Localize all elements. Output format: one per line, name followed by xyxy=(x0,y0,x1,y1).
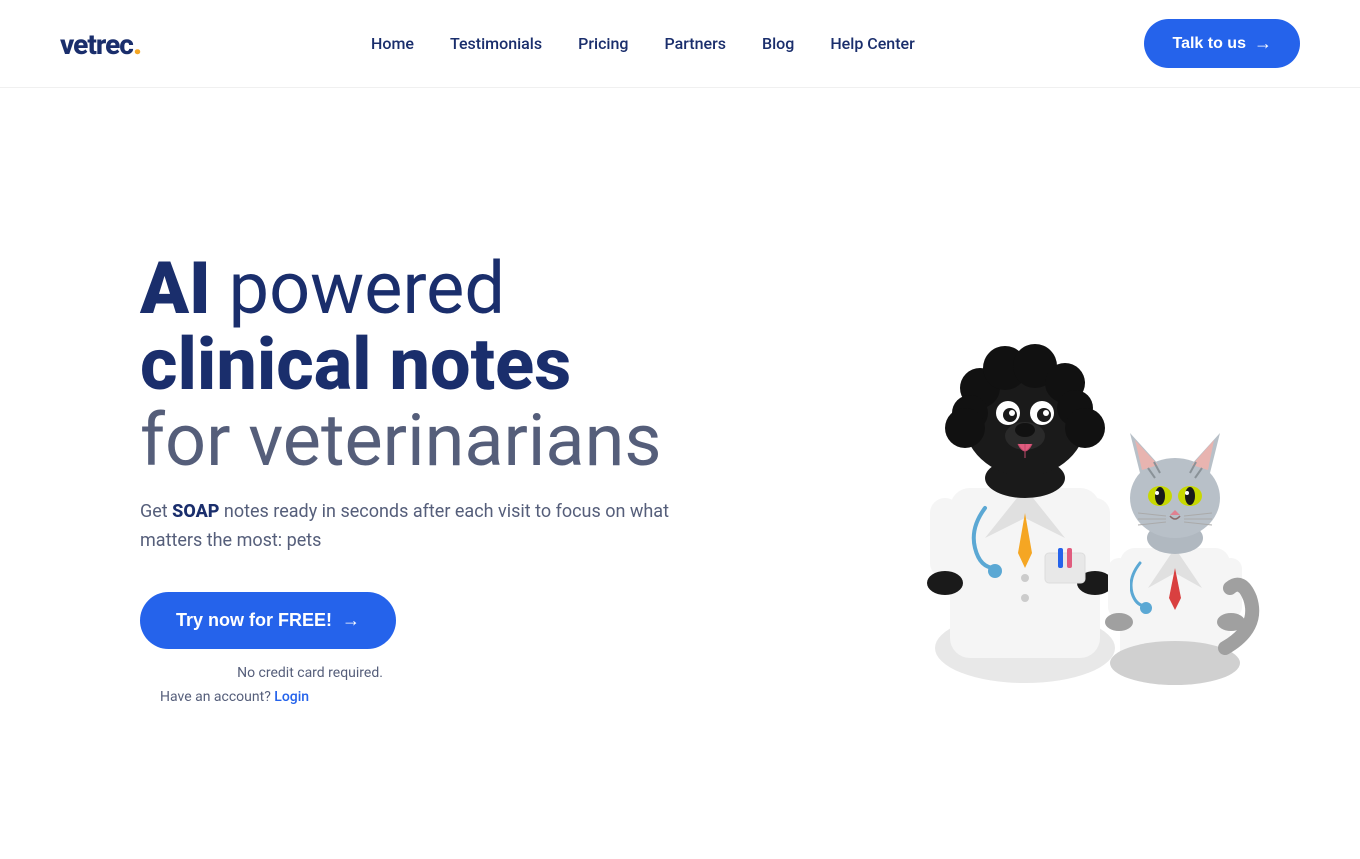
hero-heading-for-vets: for veterinarians xyxy=(140,403,680,479)
logo[interactable]: vetrec. xyxy=(60,27,141,61)
try-arrow-icon: → xyxy=(342,610,360,631)
login-link[interactable]: Login xyxy=(274,689,309,705)
nav-partners[interactable]: Partners xyxy=(664,34,726,53)
logo-rec: rec xyxy=(96,28,133,61)
try-free-button[interactable]: Try now for FREE! → xyxy=(140,592,396,649)
hero-heading-ai: AI xyxy=(140,246,211,331)
hero-subtext: Get SOAP notes ready in seconds after ea… xyxy=(140,498,680,556)
logo-dot: . xyxy=(133,24,141,62)
pets-illustration-svg xyxy=(870,258,1270,688)
nav-home[interactable]: Home xyxy=(371,34,414,53)
hero-illustration xyxy=(860,268,1280,688)
navbar: vetrec. Home Testimonials Pricing Partne… xyxy=(0,0,1360,88)
talk-to-us-label: Talk to us xyxy=(1172,35,1246,53)
hero-subtext-prefix: Get xyxy=(140,501,172,522)
try-free-label: Try now for FREE! xyxy=(176,610,332,631)
hero-soap-bold: SOAP xyxy=(172,501,219,522)
hero-cta-group: Try now for FREE! → No credit card requi… xyxy=(140,592,680,705)
nav-testimonials[interactable]: Testimonials xyxy=(450,34,542,53)
hero-section: AI powered clinical notes for veterinari… xyxy=(0,88,1360,848)
no-credit-text: No credit card required. xyxy=(160,665,460,681)
have-account-label: Have an account? xyxy=(160,689,271,705)
nav-help-center[interactable]: Help Center xyxy=(830,34,914,53)
logo-vet: vet xyxy=(60,28,96,61)
have-account-text: Have an account? Login xyxy=(160,689,680,705)
talk-to-us-button[interactable]: Talk to us → xyxy=(1144,19,1300,68)
hero-heading: AI powered clinical notes for veterinari… xyxy=(140,251,680,478)
arrow-right-icon: → xyxy=(1254,33,1272,54)
nav-pricing[interactable]: Pricing xyxy=(578,34,628,53)
hero-content: AI powered clinical notes for veterinari… xyxy=(140,251,680,704)
nav-links: Home Testimonials Pricing Partners Blog … xyxy=(371,34,915,53)
hero-subtext-suffix: notes ready in seconds after each visit … xyxy=(140,501,669,551)
hero-heading-clinical-notes: clinical notes xyxy=(140,327,680,403)
hero-heading-powered: powered xyxy=(211,246,505,331)
nav-blog[interactable]: Blog xyxy=(762,34,794,53)
